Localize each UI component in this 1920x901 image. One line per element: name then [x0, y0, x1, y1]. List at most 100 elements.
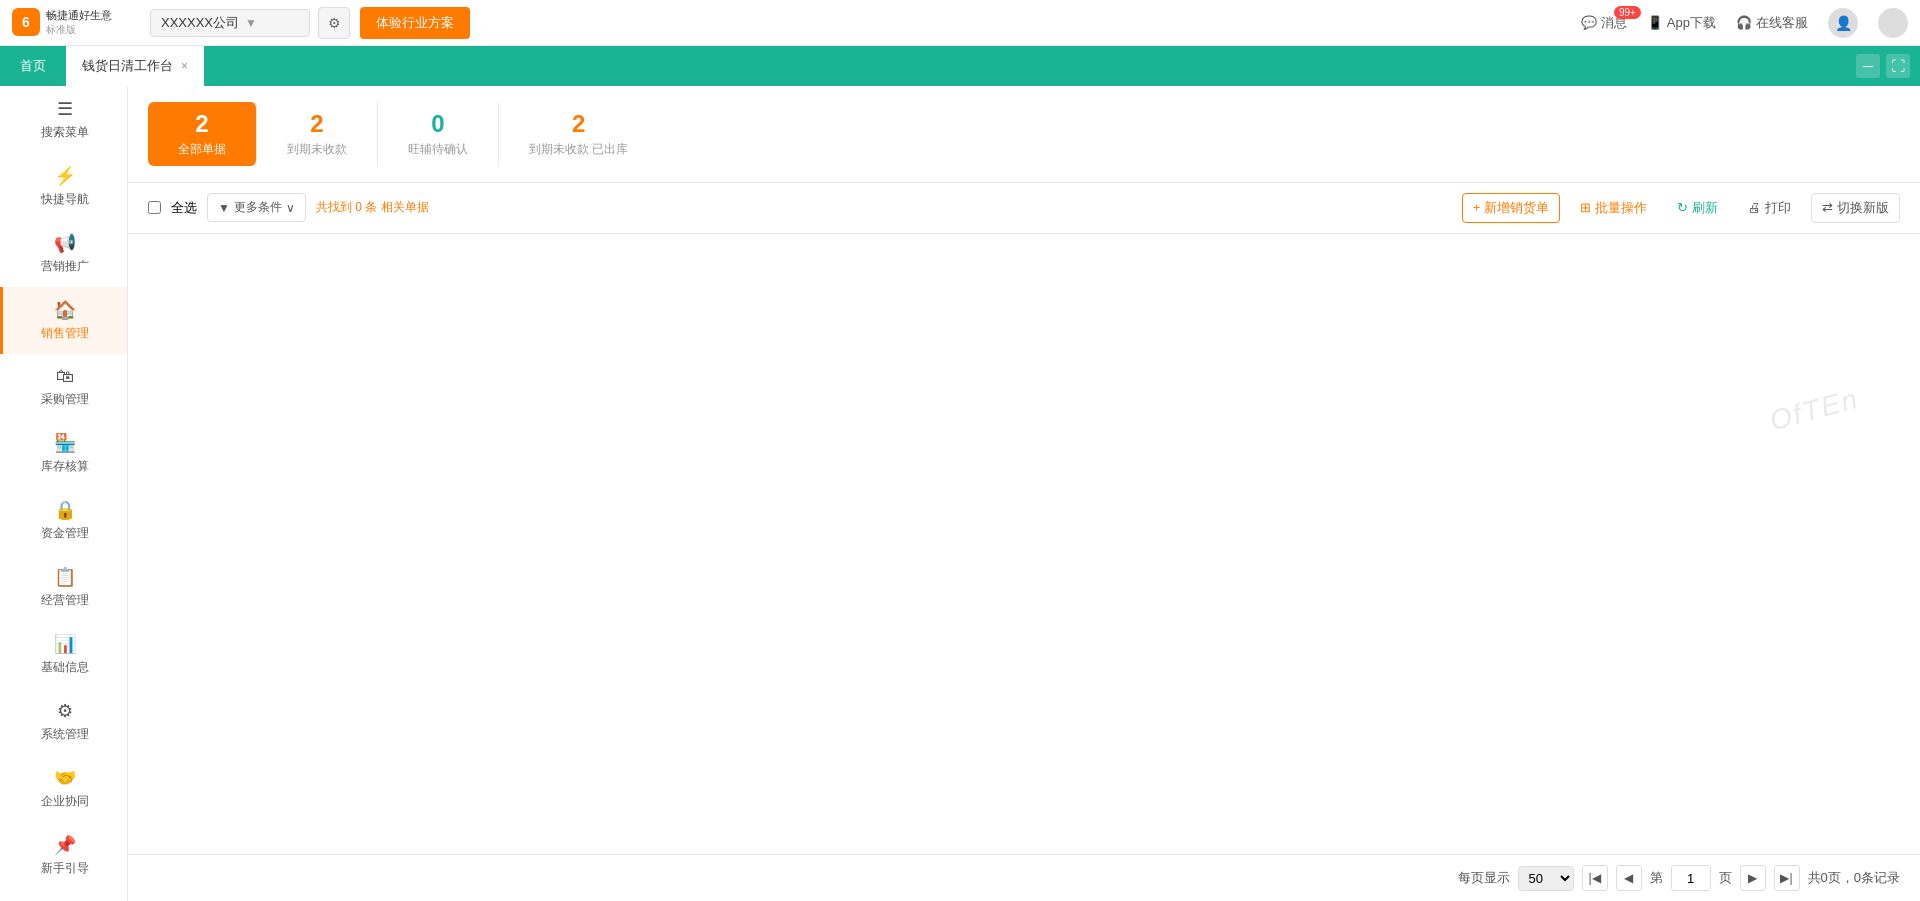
- toolbar-left: 全选 ▼ 更多条件 ∨ 共找到 0 条 相关单据: [148, 193, 1450, 222]
- per-page-select[interactable]: 50 100 200: [1518, 866, 1574, 891]
- app-download-icon: 📱: [1647, 15, 1663, 30]
- stat-label-overdue-out: 到期未收款 已出库: [529, 141, 628, 158]
- add-sales-button[interactable]: + 新增销货单: [1462, 193, 1560, 223]
- stat-card-overdue-out[interactable]: 2 到期未收款 已出库: [499, 102, 658, 166]
- online-service-button[interactable]: 🎧 在线客服: [1736, 14, 1808, 32]
- sidebar-icon-inventory: 🏪: [54, 432, 76, 454]
- filter-icon: ▼: [218, 201, 230, 215]
- sidebar-item-purchase[interactable]: 🛍 采购管理: [0, 354, 127, 420]
- sidebar-item-app-center[interactable]: 📦应用中心: [0, 889, 127, 901]
- sidebar-label-system: 系统管理: [41, 726, 89, 743]
- online-service-label: 在线客服: [1756, 14, 1808, 32]
- sidebar-icon-marketing: 📢: [54, 232, 76, 254]
- stat-num-overdue-out: 2: [529, 110, 628, 139]
- batch-label: 批量操作: [1595, 199, 1647, 217]
- stat-label-all: 全部单据: [178, 141, 226, 158]
- sidebar-label-operations: 经营管理: [41, 592, 89, 609]
- top-header: 6 畅捷通好生意 标准版 XXXXXX公司 ▼ ⚙ 体验行业方案 💬 消息 99…: [0, 0, 1920, 46]
- sidebar-item-system[interactable]: ⚙系统管理: [0, 688, 127, 755]
- stat-num-wangwang: 0: [408, 110, 468, 139]
- watermark: OfTEn: [1766, 383, 1862, 437]
- sidebar-label-search-menu: 搜索菜单: [41, 124, 89, 141]
- refresh-label: 刷新: [1692, 199, 1718, 217]
- page-number-input[interactable]: [1671, 865, 1711, 891]
- logo-area: 6 畅捷通好生意 标准版: [12, 8, 140, 36]
- batch-operation-button[interactable]: ⊞ 批量操作: [1570, 194, 1657, 222]
- total-label: 共0页，0条记录: [1808, 869, 1900, 887]
- sidebar-item-inventory[interactable]: 🏪库存核算: [0, 420, 127, 487]
- content-area: 2 全部单据 2 到期未收款 0 旺辅待确认 2 到期未收款 已出库 全选 ▼ …: [128, 86, 1920, 901]
- toolbar: 全选 ▼ 更多条件 ∨ 共找到 0 条 相关单据 + 新增销货单 ⊞ 批量操作: [128, 183, 1920, 234]
- logo-tag: 标准版: [46, 23, 112, 37]
- sidebar-item-quick-nav[interactable]: ⚡快捷导航: [0, 153, 127, 220]
- page-next-button[interactable]: ▶: [1740, 865, 1766, 891]
- stat-card-all[interactable]: 2 全部单据: [148, 102, 257, 166]
- logo-name: 畅捷通好生意: [46, 8, 112, 22]
- app-download-label: App下载: [1667, 14, 1716, 32]
- sidebar-icon-sales: 🏠: [54, 299, 76, 321]
- tab-qianhuoriqing[interactable]: 钱货日清工作台 ×: [66, 46, 204, 86]
- switch-version-button[interactable]: ⇄ 切换新版: [1811, 193, 1900, 223]
- stat-card-wangwang[interactable]: 0 旺辅待确认: [378, 102, 499, 166]
- chevron-icon: ∨: [286, 201, 295, 215]
- sidebar: ☰搜索菜单⚡快捷导航📢营销推广 🏠 销售管理 🛍 采购管理 🏪库存核算🔒资金管理📋经营管理…: [0, 86, 128, 901]
- pagination-bar: 每页显示 50 100 200 |◀ ◀ 第 页 ▶ ▶| 共0页，0条记录: [128, 854, 1920, 901]
- switch-icon: ⇄: [1822, 200, 1833, 215]
- message-icon: 💬: [1581, 15, 1597, 30]
- sidebar-item-operations[interactable]: 📋经营管理: [0, 554, 127, 621]
- company-selector[interactable]: XXXXXX公司 ▼: [150, 9, 310, 37]
- sidebar-label-sales: 销售管理: [41, 325, 89, 342]
- tab-home[interactable]: 首页: [0, 46, 66, 86]
- sidebar-item-newbie[interactable]: 📌 新手引导: [0, 822, 127, 889]
- sidebar-icon-finance: 🔒: [54, 499, 76, 521]
- tab-close-icon[interactable]: ×: [181, 46, 188, 86]
- select-all-checkbox[interactable]: [148, 201, 161, 214]
- stats-row: 2 全部单据 2 到期未收款 0 旺辅待确认 2 到期未收款 已出库: [128, 86, 1920, 183]
- filter-button[interactable]: ▼ 更多条件 ∨: [207, 193, 306, 222]
- sidebar-icon-quick-nav: ⚡: [54, 165, 76, 187]
- gear-icon: ⚙: [328, 15, 341, 31]
- tab-bar-right: ─ ⛶: [1856, 54, 1920, 78]
- sidebar-item-enterprise[interactable]: 🤝企业协同: [0, 755, 127, 822]
- sidebar-item-search-menu[interactable]: ☰搜索菜单: [0, 86, 127, 153]
- sidebar-icon-newbie: 📌: [54, 834, 76, 856]
- batch-icon: ⊞: [1580, 200, 1591, 215]
- refresh-button[interactable]: ↻ 刷新: [1667, 194, 1728, 222]
- sidebar-item-marketing[interactable]: 📢营销推广: [0, 220, 127, 287]
- tab-label: 钱货日清工作台: [82, 46, 173, 86]
- trial-button[interactable]: 体验行业方案: [360, 7, 470, 39]
- sidebar-icon-purchase: 🛍: [56, 366, 74, 387]
- toolbar-right: + 新增销货单 ⊞ 批量操作 ↻ 刷新 🖨 打印 ⇄ 切换新版: [1462, 193, 1900, 223]
- stat-card-overdue[interactable]: 2 到期未收款: [257, 102, 378, 166]
- found-suffix: 相关单据: [381, 200, 429, 214]
- page-first-button[interactable]: |◀: [1582, 865, 1608, 891]
- sidebar-item-finance[interactable]: 🔒资金管理: [0, 487, 127, 554]
- filter-label: 更多条件: [234, 199, 282, 216]
- per-page-label: 每页显示: [1458, 869, 1510, 887]
- chevron-down-icon: ▼: [245, 16, 257, 30]
- found-count: 0: [355, 200, 362, 214]
- stat-num-overdue: 2: [287, 110, 347, 139]
- logo-text-block: 畅捷通好生意 标准版: [46, 8, 112, 36]
- sidebar-label-newbie: 新手引导: [41, 860, 89, 877]
- avatar[interactable]: 👤: [1828, 8, 1858, 38]
- print-label: 打印: [1765, 199, 1791, 217]
- app-download-button[interactable]: 📱 App下载: [1647, 14, 1716, 32]
- page-prev-button[interactable]: ◀: [1616, 865, 1642, 891]
- sidebar-item-sales[interactable]: 🏠 销售管理: [0, 287, 127, 354]
- headset-icon: 🎧: [1736, 15, 1752, 30]
- sidebar-icon-basic-info: 📊: [54, 633, 76, 655]
- table-area: OfTEn: [128, 234, 1920, 854]
- sidebar-label-basic-info: 基础信息: [41, 659, 89, 676]
- sidebar-item-basic-info[interactable]: 📊 基础信息: [0, 621, 127, 688]
- found-unit: 条: [365, 200, 377, 214]
- tab-maximize-button[interactable]: ⛶: [1886, 54, 1910, 78]
- settings-button[interactable]: ⚙: [318, 7, 350, 39]
- tab-minimize-button[interactable]: ─: [1856, 54, 1880, 78]
- sidebar-label-purchase: 采购管理: [41, 391, 89, 408]
- print-button[interactable]: 🖨 打印: [1738, 194, 1801, 222]
- message-button[interactable]: 💬 消息 99+: [1581, 14, 1627, 32]
- message-badge: 99+: [1614, 6, 1641, 19]
- avatar-2[interactable]: [1878, 8, 1908, 38]
- page-last-button[interactable]: ▶|: [1774, 865, 1800, 891]
